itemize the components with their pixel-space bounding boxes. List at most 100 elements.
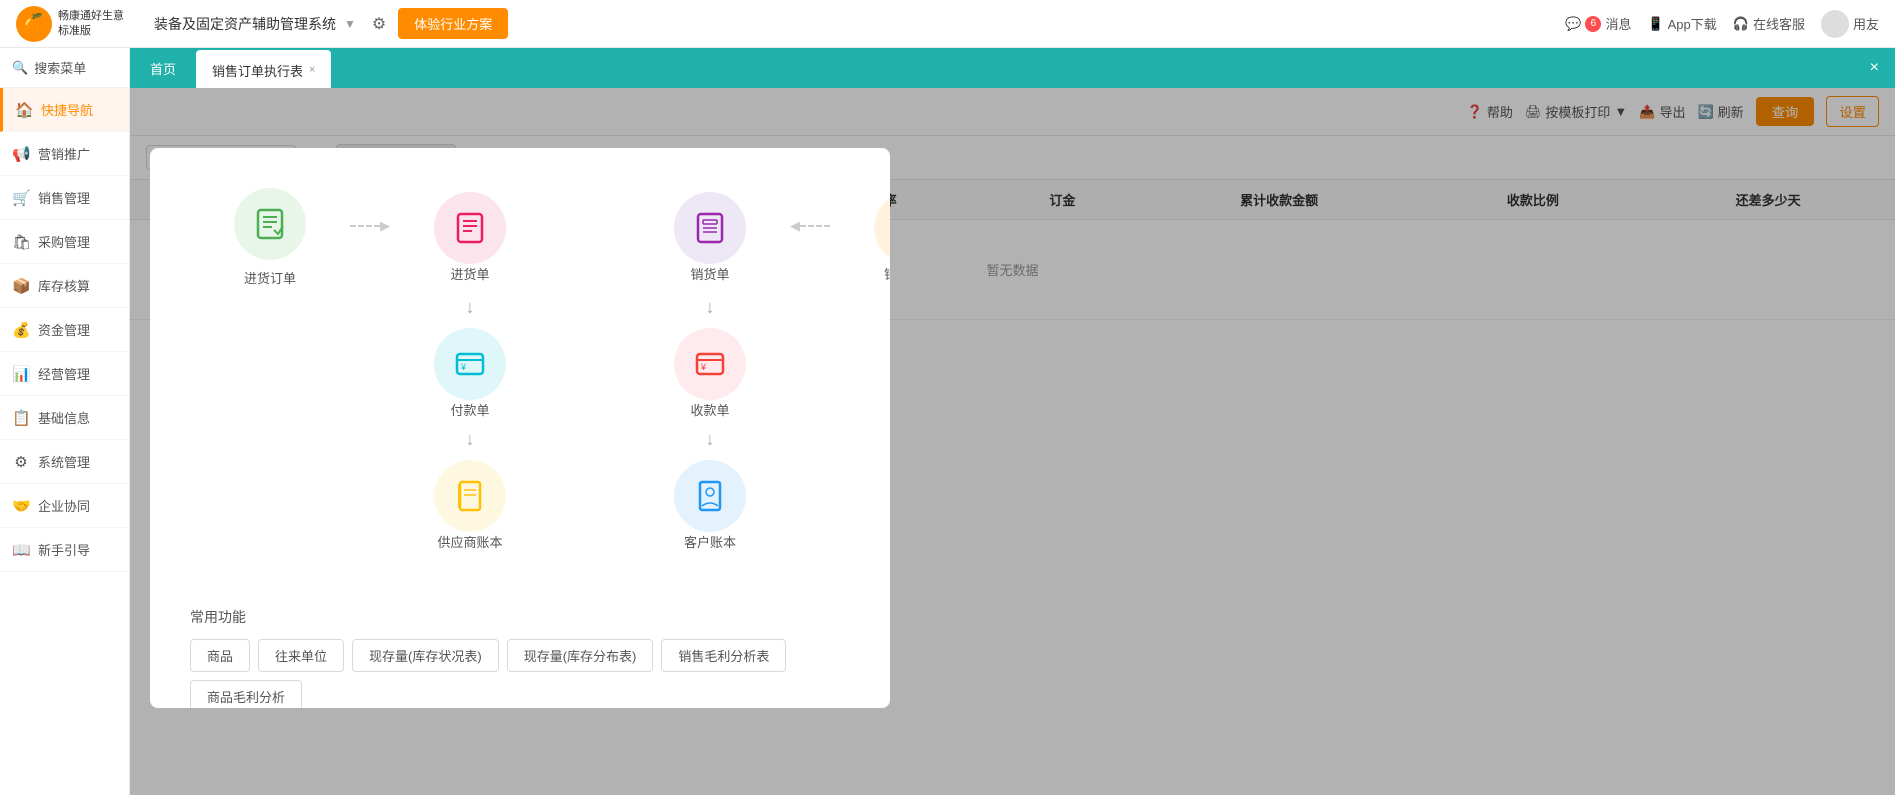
tab-sales-order[interactable]: 销售订单执行表 ×	[196, 50, 331, 90]
logo-area: 🍊 畅康通好生意 标准版	[16, 6, 146, 42]
app-download-btn[interactable]: 📱 App下载	[1647, 14, 1716, 33]
message-label: 消息	[1605, 14, 1631, 33]
sales-order-icon	[874, 192, 890, 264]
receipt-bill-node[interactable]: ¥ 收款单	[630, 318, 790, 429]
func-btn-partner[interactable]: 往来单位	[258, 639, 344, 672]
payment-bill-label: 付款单	[450, 400, 489, 419]
sidebar-item-newbie[interactable]: 📖 新手引导	[0, 528, 129, 572]
sales-bill-node[interactable]: 销货单	[630, 182, 790, 293]
sidebar-item-quick-nav[interactable]: 🏠 快捷导航	[0, 88, 129, 132]
arrow-down-payment: ↓	[390, 297, 550, 318]
basic-icon: 📋	[12, 409, 30, 427]
flow-row1: 进货订单 ▶	[190, 178, 850, 297]
inventory-icon: 📦	[12, 277, 30, 295]
user-menu[interactable]: 用友	[1821, 10, 1879, 38]
purchase-order-node[interactable]: 进货订单	[190, 178, 350, 297]
arrow1: ▶	[350, 218, 390, 258]
search-menu[interactable]: 🔍 搜索菜单	[0, 48, 129, 88]
sidebar-item-purchase[interactable]: 🛍 采购管理	[0, 220, 129, 264]
sidebar-item-sales[interactable]: 🛒 销售管理	[0, 176, 129, 220]
message-icon: 💬	[1565, 16, 1581, 32]
arrow-down-receipt: ↓	[630, 297, 790, 318]
svg-text:¥: ¥	[460, 362, 467, 372]
payment-bill-icon: ¥	[434, 328, 506, 400]
flow-arrows-down2: ↓ ↓	[190, 429, 850, 450]
quick-nav-modal: 进货订单 ▶	[150, 148, 890, 708]
sales-bill-icon	[674, 192, 746, 264]
sidebar-label-newbie: 新手引导	[38, 540, 90, 559]
tab-close-right-icon[interactable]: ×	[1854, 59, 1895, 77]
top-bar: 🍊 畅康通好生意 标准版 装备及固定资产辅助管理系统 ▼ ⚙ 体验行业方案 💬 …	[0, 0, 1895, 48]
flow-row2: ¥ 付款单 ¥ 收款单	[190, 318, 850, 429]
sidebar-item-finance[interactable]: 💰 资金管理	[0, 308, 129, 352]
sidebar-label-system: 系统管理	[38, 452, 90, 471]
sidebar-item-inventory[interactable]: 📦 库存核算	[0, 264, 129, 308]
svg-text:¥: ¥	[700, 362, 707, 372]
experience-btn[interactable]: 体验行业方案	[398, 8, 508, 39]
sidebar-item-basic[interactable]: 📋 基础信息	[0, 396, 129, 440]
system-title: 装备及固定资产辅助管理系统 ▼ ⚙	[154, 14, 386, 34]
sidebar-label-marketing: 营销推广	[38, 144, 90, 163]
dropdown-arrow-icon[interactable]: ▼	[344, 17, 356, 31]
supplier-ledger-node[interactable]: 供应商账本	[390, 450, 550, 561]
avatar	[1821, 10, 1849, 38]
sidebar-label-operation: 经营管理	[38, 364, 90, 383]
func-btn-product[interactable]: 商品	[190, 639, 250, 672]
logo-line1: 畅康通好生意	[58, 9, 124, 23]
tab-home[interactable]: 首页	[130, 48, 196, 88]
app-container: 🍊 畅康通好生意 标准版 装备及固定资产辅助管理系统 ▼ ⚙ 体验行业方案 💬 …	[0, 0, 1895, 795]
message-badge: 6	[1585, 16, 1601, 32]
tab-close-icon[interactable]: ×	[309, 64, 315, 76]
payment-bill-node[interactable]: ¥ 付款单	[390, 318, 550, 429]
purchase-bill-label: 进货单	[450, 264, 489, 283]
sidebar-item-operation[interactable]: 📊 经营管理	[0, 352, 129, 396]
logo-text: 畅康通好生意 标准版	[58, 9, 124, 38]
supplier-ledger-icon	[434, 460, 506, 532]
sidebar-label-sales: 销售管理	[38, 188, 90, 207]
app-download-icon: 📱	[1647, 16, 1663, 32]
func-btn-sales-profit[interactable]: 销售毛利分析表	[661, 639, 786, 672]
func-buttons-row1: 商品 往来单位 现存量(库存状况表) 现存量(库存分布表) 销售毛利分析表 商品…	[190, 639, 850, 708]
marketing-icon: 📢	[12, 145, 30, 163]
customer-ledger-label: 客户账本	[684, 532, 736, 551]
main-content: ❓ 帮助 🖨 按模板打印 ▼ 📤 导出	[130, 88, 1895, 795]
common-title: 常用功能	[190, 607, 850, 627]
func-btn-stock-dist[interactable]: 现存量(库存分布表)	[507, 639, 654, 672]
user-name: 用友	[1853, 14, 1879, 33]
tab-sales-order-label: 销售订单执行表	[212, 61, 303, 80]
online-service-btn[interactable]: 🎧 在线客服	[1733, 14, 1805, 33]
sales-order-node[interactable]: 销售订单	[830, 182, 890, 293]
common-funcs: 常用功能 商品 往来单位 现存量(库存状况表) 现存量(库存分布表) 销售毛利分…	[150, 607, 890, 708]
flow-row3: 供应商账本 客户账本	[190, 450, 850, 561]
system-icon: ⚙	[12, 453, 30, 471]
sidebar-item-enterprise[interactable]: 🤝 企业协同	[0, 484, 129, 528]
headset-icon: 🎧	[1733, 16, 1749, 32]
func-btn-stock-status[interactable]: 现存量(库存状况表)	[352, 639, 499, 672]
func-btn-product-profit[interactable]: 商品毛利分析	[190, 680, 302, 708]
enterprise-icon: 🤝	[12, 497, 30, 515]
receipt-bill-label: 收款单	[690, 400, 729, 419]
customer-ledger-node[interactable]: 客户账本	[630, 450, 790, 561]
sidebar-item-system[interactable]: ⚙ 系统管理	[0, 440, 129, 484]
purchase-icon: 🛍	[12, 233, 30, 251]
arrow-down-supplier: ↓	[390, 429, 550, 450]
arrow-down-customer: ↓	[630, 429, 790, 450]
logo-line2: 标准版	[58, 24, 124, 38]
settings-icon[interactable]: ⚙	[372, 14, 386, 34]
purchase-bill-icon	[434, 192, 506, 264]
sales-order-label: 销售订单	[884, 264, 890, 283]
sales-bill-label: 销货单	[690, 264, 729, 283]
logo-icon: 🍊	[16, 6, 52, 42]
purchase-order-icon	[234, 188, 306, 260]
message-btn[interactable]: 💬 6 消息	[1565, 14, 1631, 33]
purchase-bill-node[interactable]: 进货单	[390, 182, 550, 293]
content-area: 首页 销售订单执行表 × × ❓ 帮助	[130, 48, 1895, 795]
sidebar-item-marketing[interactable]: 📢 营销推广	[0, 132, 129, 176]
tab-bar: 首页 销售订单执行表 × ×	[130, 48, 1895, 88]
sales-icon: 🛒	[12, 189, 30, 207]
sidebar-label-quick-nav: 快捷导航	[41, 100, 93, 119]
search-menu-label: 搜索菜单	[34, 58, 86, 77]
sidebar-label-inventory: 库存核算	[38, 276, 90, 295]
sidebar-label-enterprise: 企业协同	[38, 496, 90, 515]
finance-icon: 💰	[12, 321, 30, 339]
